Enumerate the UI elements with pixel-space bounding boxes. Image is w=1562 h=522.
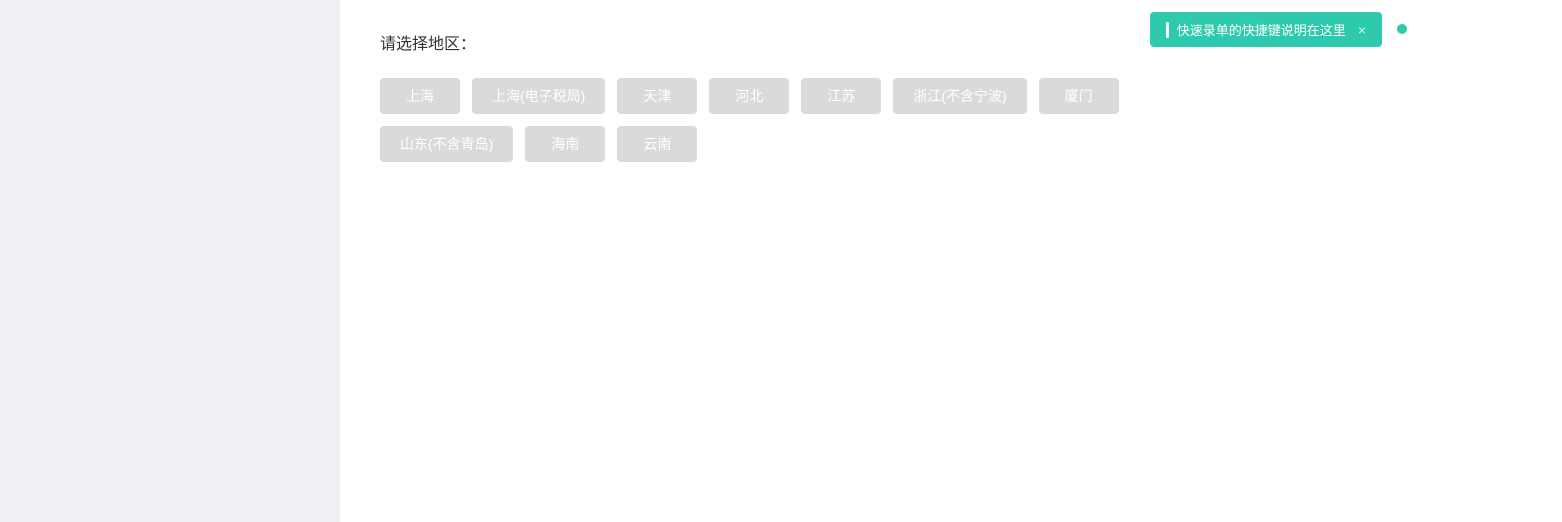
btn-zhejiang[interactable]: 浙江(不含宁波) xyxy=(893,78,1026,114)
btn-shanghai[interactable]: 上海 xyxy=(380,78,460,114)
btn-tianjin[interactable]: 天津 xyxy=(617,78,697,114)
main-content: 请选择地区： 上海 上海(电子税局) 天津 河北 江苏 浙江(不含宁波) 厦门 … xyxy=(340,0,1562,522)
region-row-1: 上海 上海(电子税局) 天津 河北 江苏 浙江(不含宁波) 厦门 xyxy=(380,78,1522,114)
tooltip-text: 快速录单的快捷键说明在这里 xyxy=(1177,20,1346,39)
left-sidebar xyxy=(0,0,340,522)
btn-shanghai-etax[interactable]: 上海(电子税局) xyxy=(472,78,605,114)
btn-jiangsu[interactable]: 江苏 xyxy=(801,78,881,114)
btn-hebei[interactable]: 河北 xyxy=(709,78,789,114)
btn-yunnan[interactable]: 云南 xyxy=(617,126,697,162)
tooltip-close-button[interactable]: × xyxy=(1358,22,1366,38)
btn-hainan[interactable]: 海南 xyxy=(525,126,605,162)
region-row-2: 山东(不含青岛) 海南 云南 xyxy=(380,126,1522,162)
tooltip-dot xyxy=(1397,24,1407,34)
btn-shandong[interactable]: 山东(不含青岛) xyxy=(380,126,513,162)
tooltip-badge: 快速录单的快捷键说明在这里 × xyxy=(1150,12,1382,47)
btn-xiamen[interactable]: 厦门 xyxy=(1039,78,1119,114)
